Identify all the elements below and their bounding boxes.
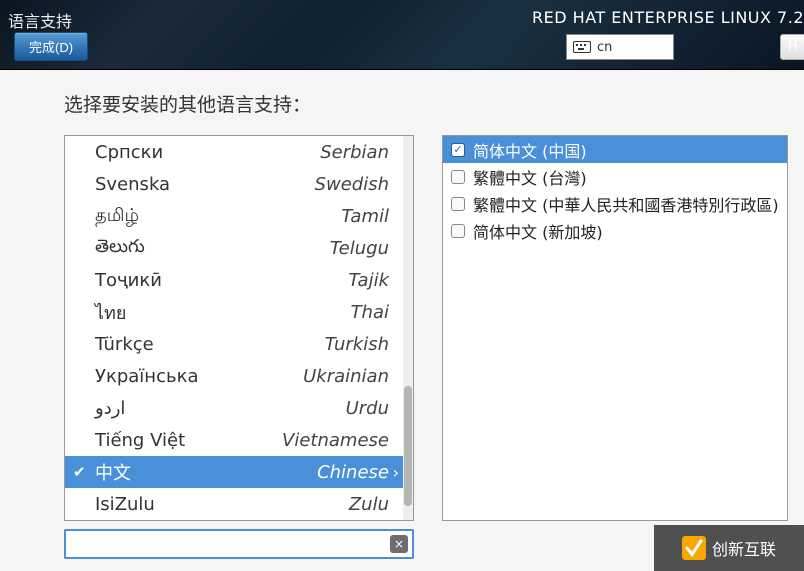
- clear-search-icon[interactable]: [390, 535, 408, 553]
- language-row[interactable]: TürkçeTurkish: [65, 328, 403, 360]
- prompt-text: 选择要安装的其他语言支持：: [64, 90, 804, 117]
- locale-checkbox[interactable]: [451, 143, 465, 157]
- locale-label: 繁體中文 (台灣): [473, 165, 587, 189]
- watermark: 创新互联: [654, 525, 804, 571]
- help-button[interactable]: H: [780, 34, 804, 60]
- locale-row[interactable]: 简体中文 (新加坡): [443, 217, 787, 244]
- language-list[interactable]: СрпскиSerbianSvenskaSwedishதமிழ்Tamilతెల…: [64, 135, 414, 521]
- language-scrollbar[interactable]: [403, 136, 413, 520]
- content-area: 选择要安装的其他语言支持： СрпскиSerbianSvenskaSwedis…: [0, 70, 804, 559]
- language-english-label: Thai: [351, 302, 389, 323]
- check-icon: ✔: [73, 463, 86, 481]
- page-title: 语言支持: [8, 8, 72, 32]
- language-english-label: Urdu: [346, 398, 389, 419]
- language-native-label: Українська: [95, 366, 303, 387]
- scrollbar-thumb[interactable]: [404, 386, 412, 506]
- language-native-label: IsiZulu: [95, 494, 349, 515]
- watermark-logo-icon: [682, 536, 706, 560]
- locale-checkbox[interactable]: [451, 224, 465, 238]
- language-english-label: Telugu: [330, 238, 389, 259]
- language-row[interactable]: اردوUrdu: [65, 392, 403, 424]
- language-search-input[interactable]: [64, 529, 414, 559]
- product-name: RED HAT ENTERPRISE LINUX 7.2: [532, 8, 804, 27]
- locale-row[interactable]: 繁體中文 (中華人民共和國香港特別行政區): [443, 190, 787, 217]
- language-english-label: Ukrainian: [303, 366, 389, 387]
- language-native-label: తెలుగు: [95, 236, 330, 261]
- locale-checkbox[interactable]: [451, 170, 465, 184]
- locale-label: 简体中文 (中国): [473, 138, 587, 162]
- language-english-label: Turkish: [325, 334, 389, 355]
- language-native-label: Türkçe: [95, 334, 325, 355]
- keyboard-indicator[interactable]: cn: [566, 34, 674, 60]
- keyboard-layout-label: cn: [597, 40, 612, 55]
- locale-row[interactable]: 繁體中文 (台灣): [443, 163, 787, 190]
- locale-label: 繁體中文 (中華人民共和國香港特別行政區): [473, 192, 779, 216]
- locale-label: 简体中文 (新加坡): [473, 219, 603, 243]
- language-native-label: Tiếng Việt: [95, 430, 282, 451]
- language-row[interactable]: தமிழ்Tamil: [65, 200, 403, 232]
- language-row[interactable]: СрпскиSerbian: [65, 136, 403, 168]
- language-english-label: Swedish: [315, 174, 389, 195]
- done-button[interactable]: 完成(D): [14, 32, 88, 61]
- language-native-label: தமிழ்: [95, 205, 341, 228]
- language-native-label: Тоҷикӣ: [95, 270, 348, 291]
- keyboard-icon: [573, 41, 591, 53]
- language-native-label: 中文: [95, 459, 317, 485]
- language-row[interactable]: ไทยThai: [65, 296, 403, 328]
- language-english-label: Chinese: [317, 462, 389, 483]
- language-row[interactable]: తెలుగుTelugu: [65, 232, 403, 264]
- language-english-label: Vietnamese: [282, 430, 389, 451]
- language-native-label: ไทย: [95, 298, 351, 327]
- language-native-label: Српски: [95, 142, 320, 163]
- language-native-label: اردو: [95, 398, 346, 419]
- locale-row[interactable]: 简体中文 (中国): [443, 136, 787, 163]
- watermark-text: 创新互联: [712, 536, 776, 560]
- locale-list[interactable]: 简体中文 (中国) 繁體中文 (台灣) 繁體中文 (中華人民共和國香港特別行政區) 简…: [442, 135, 788, 521]
- chevron-right-icon: ›: [393, 463, 399, 482]
- language-row[interactable]: ✔ 中文Chinese›: [65, 456, 403, 488]
- locale-checkbox[interactable]: [451, 197, 465, 211]
- language-english-label: Serbian: [320, 142, 389, 163]
- language-native-label: Svenska: [95, 174, 315, 195]
- top-bar: 语言支持 完成(D) RED HAT ENTERPRISE LINUX 7.2 …: [0, 0, 804, 70]
- language-english-label: Zulu: [349, 494, 389, 515]
- language-english-label: Tajik: [348, 270, 389, 291]
- language-row[interactable]: ТоҷикӣTajik: [65, 264, 403, 296]
- language-row[interactable]: SvenskaSwedish: [65, 168, 403, 200]
- language-english-label: Tamil: [341, 206, 389, 227]
- language-row[interactable]: Tiếng ViệtVietnamese: [65, 424, 403, 456]
- language-row[interactable]: УкраїнськаUkrainian: [65, 360, 403, 392]
- language-row[interactable]: IsiZuluZulu: [65, 488, 403, 520]
